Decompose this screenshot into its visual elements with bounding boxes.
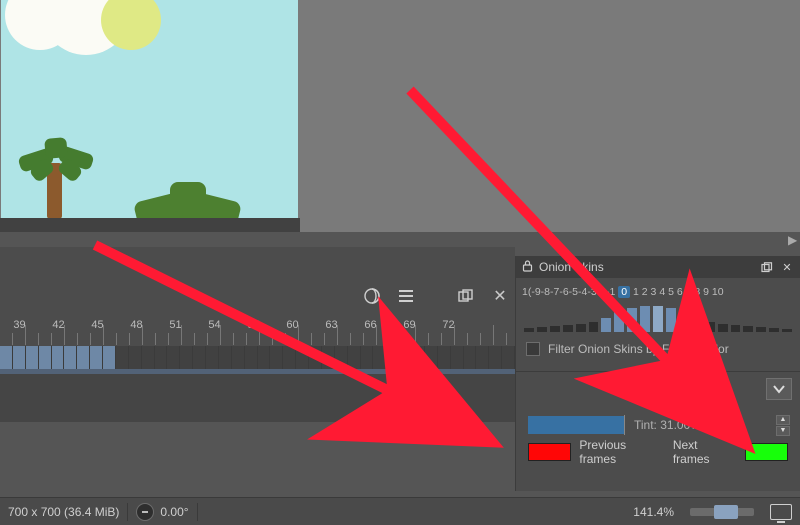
zoom-readout[interactable]: 141.4%	[625, 505, 682, 519]
onion-skins-docker: Onion Skins ✕ 1(-9-8-7-6-5-4-3-2-1 0 1 2…	[515, 256, 800, 491]
previous-frames-label: Previous frames	[579, 438, 664, 466]
float-docker-icon[interactable]	[457, 287, 475, 305]
canvas-border-strip	[0, 218, 300, 232]
frame-colors-row: Previous frames Next frames	[528, 442, 788, 462]
canvas-v-scroll-arrow[interactable]: ▶	[788, 233, 798, 243]
bush-art	[136, 178, 246, 218]
onion-frame-number-line[interactable]: 1(-9-8-7-6-5-4-3-2-1 0 1 2 3 4 5 6 7 8 9…	[522, 286, 794, 299]
onion-opacity-bars[interactable]	[524, 304, 792, 332]
tint-value-label: Tint: 31.00%	[634, 418, 701, 432]
filter-by-color-label: Filter Onion Skins by Frame Color	[548, 342, 729, 356]
status-bar: 700 x 700 (36.4 MiB) 0.00° 141.4%	[0, 497, 800, 525]
zoom-slider[interactable]	[690, 508, 754, 516]
timeline-docker: ✕ 394245485154576063666972	[0, 247, 515, 422]
timeline-empty-area	[0, 374, 515, 422]
timeline-ruler[interactable]: 394245485154576063666972	[0, 319, 515, 345]
timeline-toolbar: ✕	[363, 287, 509, 305]
rotation-value: 0.00°	[160, 505, 188, 519]
onion-docker-titlebar[interactable]: Onion Skins ✕	[516, 256, 800, 278]
next-frames-color-swatch[interactable]	[745, 443, 788, 461]
canvas-dimensions-readout: 700 x 700 (36.4 MiB)	[0, 505, 127, 519]
filter-by-color-row: Filter Onion Skins by Frame Color	[526, 340, 790, 358]
onion-docker-title: Onion Skins	[539, 260, 604, 274]
tint-slider[interactable]	[528, 416, 624, 434]
onionskin-toggle-icon[interactable]	[363, 287, 381, 305]
rotation-knob-icon[interactable]	[136, 503, 154, 521]
canvas-viewport[interactable]	[0, 0, 800, 232]
next-frames-label: Next frames	[673, 438, 737, 466]
hamburger-menu-icon[interactable]	[397, 287, 415, 305]
lock-icon[interactable]	[522, 260, 533, 275]
previous-frames-color-swatch[interactable]	[528, 443, 571, 461]
zoom-value: 141.4%	[633, 505, 674, 519]
cloud-art	[1, 0, 111, 80]
scene-preview	[1, 0, 298, 218]
close-docker-icon[interactable]: ✕	[780, 260, 794, 274]
divider	[516, 371, 800, 372]
filter-by-color-checkbox[interactable]	[526, 342, 540, 356]
fullscreen-icon[interactable]	[770, 504, 792, 520]
tint-row: Tint: 31.00% ▲▼	[528, 414, 788, 436]
expand-settings-button[interactable]	[766, 378, 792, 400]
tint-spin-buttons[interactable]: ▲▼	[776, 415, 788, 436]
close-docker-icon[interactable]: ✕	[491, 287, 509, 305]
palm-leaves-art	[19, 136, 95, 182]
timeline-frame-track[interactable]	[0, 346, 515, 369]
float-docker-icon[interactable]	[760, 260, 774, 274]
rotation-readout[interactable]: 0.00°	[128, 503, 196, 521]
